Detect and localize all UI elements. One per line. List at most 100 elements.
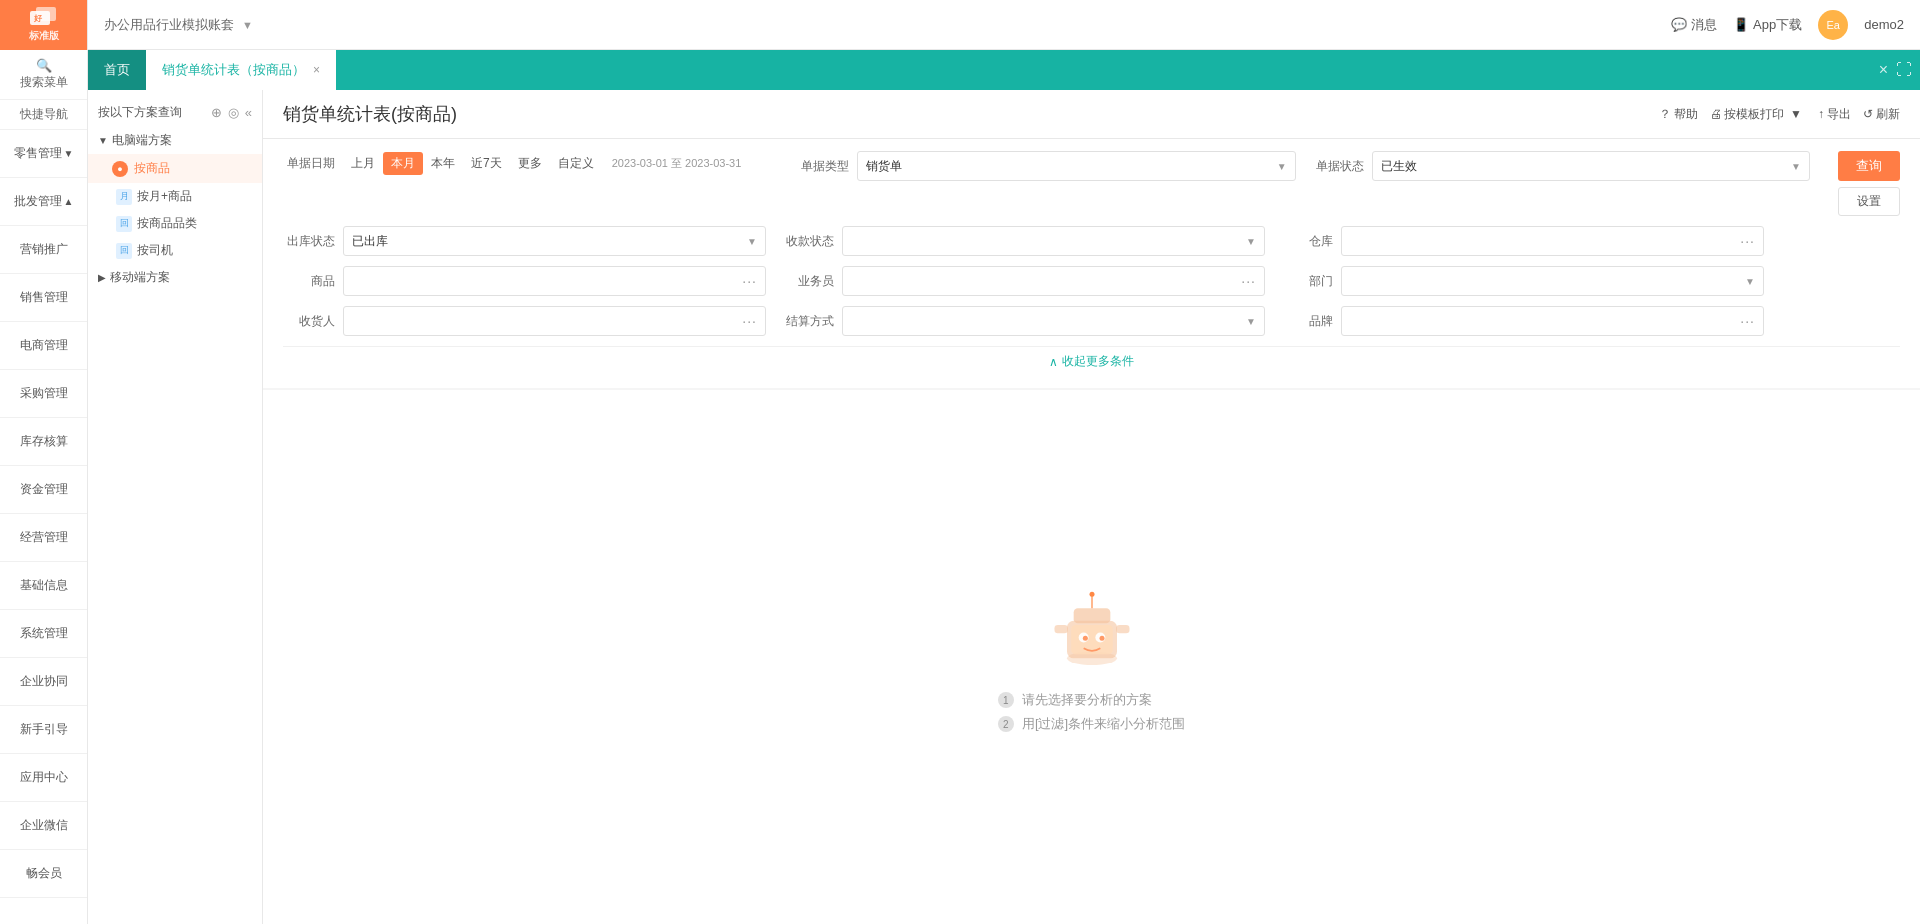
sidebar-item-enterprise[interactable]: 企业协同 (0, 658, 87, 706)
sidebar-item-marketing[interactable]: 营销推广 (0, 226, 87, 274)
help-btn[interactable]: ？ 帮助 (1659, 106, 1698, 123)
empty-tips: 1 请先选择要分析的方案 2 用[过滤]条件来缩小分析范围 (998, 691, 1185, 739)
add-scheme-icon[interactable]: ⊕ (211, 105, 222, 120)
left-panel-icons: ⊕ ◎ « (211, 105, 252, 120)
sidebar-item-newbie[interactable]: 新手引导 (0, 706, 87, 754)
industry-label: 办公用品行业模拟账套 (104, 16, 234, 34)
tip-text-1: 请先选择要分析的方案 (1022, 691, 1152, 709)
sidebar-item-wechat[interactable]: 企业微信 (0, 802, 87, 850)
dept-control[interactable]: ▼ (1341, 266, 1764, 296)
app-download-icon: 📱 (1733, 17, 1749, 32)
sidebar-item-retail[interactable]: 零售管理 ▼ (0, 130, 87, 178)
svg-point-9 (1099, 636, 1104, 641)
scheme-item-label: 按商品 (134, 160, 170, 177)
page-actions: ？ 帮助 🖨 按模板打印 ▼ ↑ 导出 ↺ (1659, 105, 1900, 123)
sidebar-item-ecommerce[interactable]: 电商管理 (0, 322, 87, 370)
svg-text:好: 好 (33, 14, 43, 23)
edit-scheme-icon[interactable]: ◎ (228, 105, 239, 120)
help-label: 帮助 (1674, 106, 1698, 123)
receiver-control[interactable]: ··· (343, 306, 766, 336)
export-btn[interactable]: ↑ 导出 (1818, 106, 1851, 123)
empty-state: 1 请先选择要分析的方案 2 用[过滤]条件来缩小分析范围 (263, 390, 1920, 924)
sidebar-item-finance[interactable]: 资金管理 (0, 466, 87, 514)
brand-label: 品牌 (1281, 313, 1333, 330)
staff-dots: ··· (1241, 273, 1256, 289)
doc-status-label: 单据状态 (1312, 158, 1364, 175)
out-status-control[interactable]: 已出库 ▼ (343, 226, 766, 256)
scheme-sub-item-month-product[interactable]: 月 按月+商品 (88, 183, 262, 210)
collapse-icon: ∧ (1049, 355, 1058, 369)
brand-control[interactable]: ··· (1341, 306, 1764, 336)
desktop-group-header[interactable]: ▼ 电脑端方案 (88, 127, 262, 154)
query-button[interactable]: 查询 (1838, 151, 1900, 181)
settlement-control[interactable]: ▼ (842, 306, 1265, 336)
scheme-sub-item-category[interactable]: 回 按商品品类 (88, 210, 262, 237)
tab-home[interactable]: 首页 (88, 50, 146, 90)
user-avatar[interactable]: Ea (1818, 10, 1848, 40)
tab-active[interactable]: 销货单统计表（按商品） × (146, 50, 336, 90)
warehouse-control[interactable]: ··· (1341, 226, 1764, 256)
date-btn-more[interactable]: 更多 (510, 151, 550, 176)
sidebar-item-purchase[interactable]: 采购管理 (0, 370, 87, 418)
sidebar-item-wholesale[interactable]: 批发管理 ▲ (0, 178, 87, 226)
receipt-status-control[interactable]: ▼ (842, 226, 1265, 256)
date-btn-this-year[interactable]: 本年 (423, 151, 463, 176)
date-btn-custom[interactable]: 自定义 (550, 151, 602, 176)
empty-illustration (1042, 575, 1142, 675)
content-area: 按以下方案查询 ⊕ ◎ « ▼ 电脑端方案 ● 按商品 月 (88, 90, 1920, 924)
tab-bar-actions: × ⛶ (1879, 61, 1920, 79)
refresh-label: 刷新 (1876, 106, 1900, 123)
scheme-sub-item-driver[interactable]: 回 按司机 (88, 237, 262, 264)
svg-rect-14 (1116, 625, 1129, 633)
collapse-bar[interactable]: ∧ 收起更多条件 (283, 346, 1900, 376)
out-status-label: 出库状态 (283, 233, 335, 250)
sidebar-item-sales[interactable]: 销售管理 (0, 274, 87, 322)
sidebar-item-operation[interactable]: 经营管理 (0, 514, 87, 562)
sidebar-item-member[interactable]: 畅会员 (0, 850, 87, 898)
date-btn-last-month[interactable]: 上月 (343, 151, 383, 176)
doc-status-control[interactable]: 已生效 ▼ (1372, 151, 1810, 181)
filter-area: 单据日期 上月 本月 本年 近7天 更多 自定义 2023-03-01 至 20… (263, 139, 1920, 388)
tab-maximize-icon[interactable]: ⛶ (1896, 61, 1912, 79)
print-dropdown-arrow[interactable]: ▼ (1786, 105, 1806, 123)
mobile-group-header[interactable]: ▶ 移动端方案 (88, 264, 262, 291)
refresh-icon: ↺ (1863, 107, 1873, 121)
doc-type-control[interactable]: 销货单 ▼ (857, 151, 1295, 181)
refresh-btn[interactable]: ↺ 刷新 (1863, 106, 1900, 123)
out-status-value: 已出库 (352, 233, 388, 250)
product-dots: ··· (742, 273, 757, 289)
tip-num-1: 1 (998, 692, 1014, 708)
date-btn-7days[interactable]: 近7天 (463, 151, 510, 176)
sidebar-item-appcenter[interactable]: 应用中心 (0, 754, 87, 802)
quick-nav-item[interactable]: 快捷导航 (0, 100, 87, 130)
message-btn[interactable]: 💬 消息 (1671, 16, 1717, 34)
sidebar-item-system[interactable]: 系统管理 (0, 610, 87, 658)
tab-minimize-icon[interactable]: × (1879, 61, 1888, 79)
print-btn[interactable]: 🖨 按模板打印 ▼ (1710, 105, 1806, 123)
tab-close-icon[interactable]: × (313, 63, 320, 77)
collapse-panel-icon[interactable]: « (245, 105, 252, 120)
app-logo[interactable]: 好 标准版 (0, 0, 87, 50)
settlement-label: 结算方式 (782, 313, 834, 330)
sidebar-item-basic[interactable]: 基础信息 (0, 562, 87, 610)
date-label: 单据日期 (283, 155, 335, 172)
search-menu-item[interactable]: 🔍 搜索菜单 (0, 50, 87, 100)
print-icon: 🖨 (1710, 107, 1722, 121)
industry-dropdown-arrow[interactable]: ▼ (242, 19, 253, 31)
doc-type-arrow: ▼ (1277, 161, 1287, 172)
product-label: 商品 (283, 273, 335, 290)
staff-control[interactable]: ··· (842, 266, 1265, 296)
scheme-item-by-product[interactable]: ● 按商品 (88, 154, 262, 183)
warehouse-dots: ··· (1740, 233, 1755, 249)
desktop-group-arrow: ▼ (98, 135, 108, 146)
app-download-btn[interactable]: 📱 App下载 (1733, 16, 1802, 34)
svg-point-12 (1089, 592, 1094, 597)
sidebar-item-inventory[interactable]: 库存核算 (0, 418, 87, 466)
page-title-row: 销货单统计表(按商品) ？ 帮助 🖨 按模板打印 ▼ ↑ (283, 102, 1900, 126)
empty-tip-1: 1 请先选择要分析的方案 (998, 691, 1185, 709)
date-btn-this-month[interactable]: 本月 (383, 152, 423, 175)
date-filter: 上月 本月 本年 近7天 更多 自定义 (343, 151, 602, 176)
product-control[interactable]: ··· (343, 266, 766, 296)
left-panel-title: 按以下方案查询 (98, 104, 182, 121)
settings-button[interactable]: 设置 (1838, 187, 1900, 216)
